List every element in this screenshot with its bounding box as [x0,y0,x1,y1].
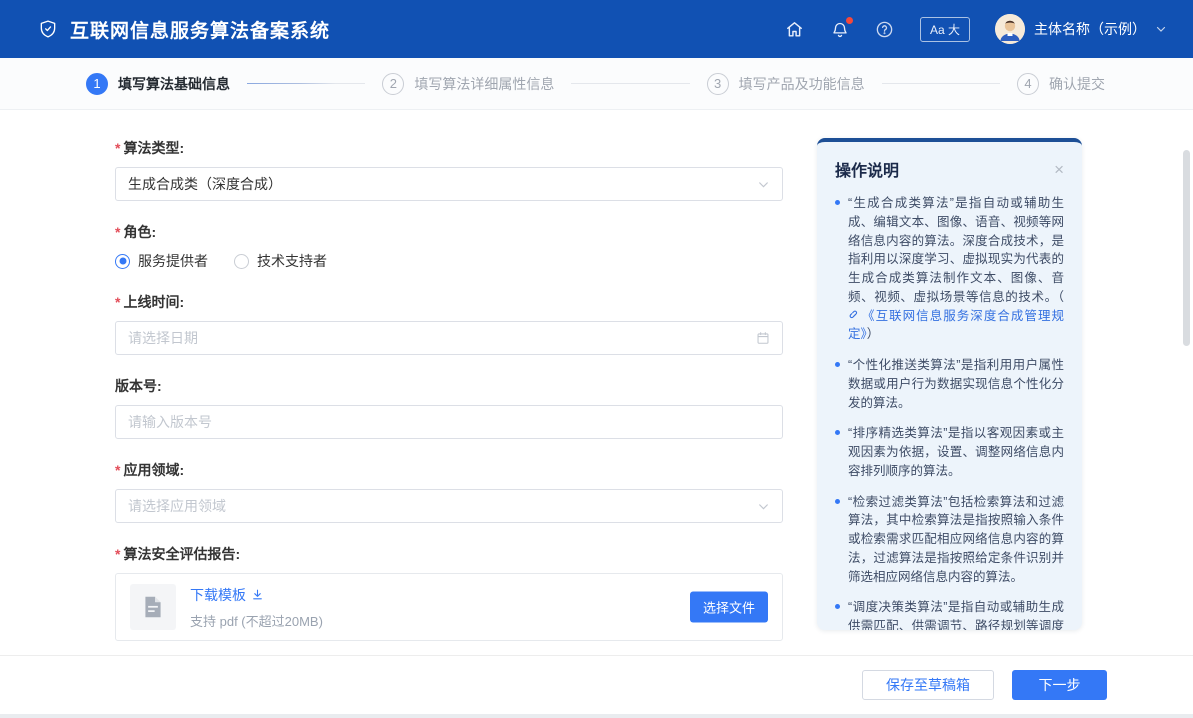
algorithm-type-select[interactable]: 生成合成类（深度合成） [115,167,783,201]
avatar [995,14,1025,44]
application-domain-label: * 应用领域: [115,462,185,478]
link-icon [849,310,858,318]
help-item-text: “排序精选类算法”是指以客观因素或主观因素为依据，设置、调整网络信息内容排列顺序… [848,426,1064,478]
step-3-product-info[interactable]: 3 填写产品及功能信息 [706,72,865,95]
launch-date-picker[interactable]: 请选择日期 [115,321,783,355]
close-icon[interactable]: × [1054,161,1064,178]
step-4-number: 4 [1016,72,1039,95]
step-1-number: 1 [86,72,108,95]
step-2-label: 填写算法详细属性信息 [414,75,555,92]
help-item-text: “检索过滤类算法”包括检索算法和过滤算法，其中检索算法是指按照输入条件或检索需求… [848,494,1064,584]
security-report-choose-file-button[interactable]: 选择文件 [689,591,768,623]
help-item-generation-synthesis: “生成合成类算法”是指自动或辅助生成、编辑文本、图像、语音、视频等网络信息内容的… [835,194,1064,344]
step-connector [881,83,1000,84]
download-icon [253,589,262,600]
application-domain-select[interactable]: 请选择应用领域 [115,489,783,523]
chevron-down-icon [757,178,770,191]
radio-label: 技术支持者 [257,253,327,269]
notification-dot [845,17,853,24]
help-item-search-filter: “检索过滤类算法”包括检索算法和过滤算法，其中检索算法是指按照输入条件或检索需求… [835,493,1064,587]
security-report-template-link[interactable]: 下载模板 [190,585,264,605]
required-asterisk: * [115,140,121,156]
help-item-scheduling-decision: “调度决策类算法”是指自动或辅助生成供需匹配、供需调节、路径规划等调度决策结果，… [835,598,1064,630]
app-title: 互联网信息服务算法备案系统 [70,20,331,42]
help-panel: 操作说明 × “生成合成类算法”是指自动或辅助生成、编辑文本、图像、语音、视频等… [817,138,1082,630]
help-panel-header: 操作说明 × [835,157,1064,181]
field-launch-date: * 上线时间: 请选择日期 [115,292,783,355]
field-role: * 角色: 服务提供者 技术支持者 [115,222,783,271]
steps-bar: 1 填写算法基础信息 2 填写算法详细属性信息 3 填写产品及功能信息 4 确认… [0,58,1193,110]
required-asterisk: * [115,224,121,240]
next-step-button[interactable]: 下一步 [1012,670,1107,700]
regulation-link[interactable]: 《互联网信息服务深度合成管理规定》 [848,309,1064,342]
save-draft-button[interactable]: 保存至草稿箱 [862,670,994,700]
user-menu[interactable]: 主体名称（示例） [995,14,1167,44]
algorithm-type-value: 生成合成类（深度合成） [128,176,282,192]
radio-dot-icon [234,253,249,269]
footer-action-bar: 保存至草稿箱 下一步 [0,655,1193,718]
help-item-ranking-selection: “排序精选类算法”是指以客观因素或主观因素为依据，设置、调整网络信息内容排列顺序… [835,424,1064,480]
field-application-domain: * 应用领域: 请选择应用领域 [115,460,783,523]
top-bar: 互联网信息服务算法备案系统 Aa 大 主体名称（示例） [0,0,1193,58]
step-2-detail-info[interactable]: 2 填写算法详细属性信息 [382,72,555,95]
radio-service-provider[interactable]: 服务提供者 [115,251,208,271]
application-domain-placeholder: 请选择应用领域 [128,498,226,514]
field-security-report: * 算法安全评估报告: 下载模板 支持 pdf (不超过20MB) 选择文件 [115,544,783,641]
required-asterisk: * [115,546,121,562]
launch-date-placeholder: 请选择日期 [128,330,198,346]
help-list: “生成合成类算法”是指自动或辅助生成、编辑文本、图像、语音、视频等网络信息内容的… [835,194,1064,630]
help-item-personalized-push: “个性化推送类算法”是指利用用户属性数据或用户行为数据实现信息个性化分发的算法。 [835,356,1064,412]
step-4-confirm-submit[interactable]: 4 确认提交 [1016,72,1105,95]
security-report-label: * 算法安全评估报告: [115,546,241,562]
help-item-text: “调度决策类算法”是指自动或辅助生成供需匹配、供需调节、路径规划等调度决策结果，… [848,600,1064,630]
document-icon [130,584,176,630]
help-question-icon[interactable] [875,19,895,39]
page-scrollbar-thumb[interactable] [1183,150,1190,346]
main-content: * 算法类型: 生成合成类（深度合成） * 角色: 服务提供者 技术支持者 * … [0,111,1193,655]
shield-logo-icon [38,19,58,39]
filing-form: * 算法类型: 生成合成类（深度合成） * 角色: 服务提供者 技术支持者 * … [115,138,783,655]
help-item-suffix: ） [866,327,880,342]
step-3-label: 填写产品及功能信息 [738,75,865,92]
field-version: 版本号: [115,376,783,439]
required-asterisk: * [115,462,121,478]
radio-label: 服务提供者 [138,253,208,269]
step-connector [247,83,366,84]
home-icon[interactable] [785,19,805,39]
calendar-icon [756,331,770,345]
step-3-number: 3 [706,72,729,95]
notifications-bell-icon[interactable] [830,17,853,39]
help-panel-title: 操作说明 [835,163,900,180]
step-2-number: 2 [382,72,405,95]
brand: 互联网信息服务算法备案系统 [38,16,330,43]
step-1-label: 填写算法基础信息 [118,75,230,92]
top-bar-actions: Aa 大 主体名称（示例） [785,14,1167,44]
version-label: 版本号: [115,378,162,394]
help-item-text: “生成合成类算法”是指自动或辅助生成、编辑文本、图像、语音、视频等网络信息内容的… [848,196,1064,304]
step-4-label: 确认提交 [1048,75,1105,92]
security-report-hint: 支持 pdf (不超过20MB) [190,613,323,629]
radio-dot-icon [115,253,130,269]
algorithm-type-label: * 算法类型: [115,140,185,156]
required-asterisk: * [115,294,121,310]
help-item-text: “个性化推送类算法”是指利用用户属性数据或用户行为数据实现信息个性化分发的算法。 [848,358,1064,410]
role-label: * 角色: [115,224,157,240]
launch-date-label: * 上线时间: [115,294,185,310]
chevron-down-icon [1156,26,1166,32]
security-report-upload: 下载模板 支持 pdf (不超过20MB) 选择文件 [115,573,783,641]
user-name: 主体名称（示例） [1034,21,1146,37]
field-algorithm-type: * 算法类型: 生成合成类（深度合成） [115,138,783,201]
role-radio-group: 服务提供者 技术支持者 [115,251,783,271]
step-1-basic-info[interactable]: 1 填写算法基础信息 [86,72,230,95]
font-size-toggle[interactable]: Aa 大 [919,16,970,42]
upload-text: 下载模板 支持 pdf (不超过20MB) [190,585,323,630]
version-input[interactable] [115,405,783,439]
chevron-down-icon [757,500,770,513]
radio-tech-supporter[interactable]: 技术支持者 [234,251,327,271]
step-connector [571,83,690,84]
